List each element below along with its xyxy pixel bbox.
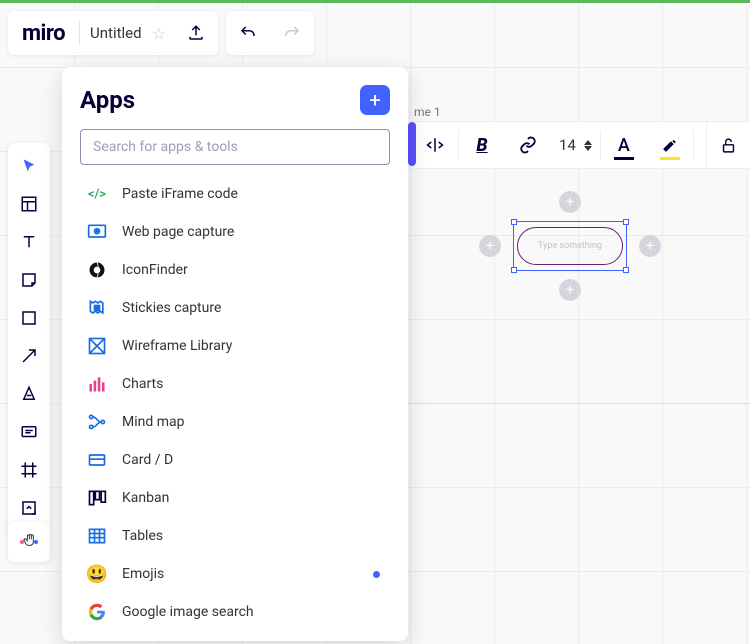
connector-top[interactable]: +: [559, 191, 581, 213]
more-tools-button[interactable]: [8, 522, 50, 562]
tables-icon: [86, 525, 108, 547]
history-box: [226, 11, 314, 55]
shape-tool[interactable]: [8, 299, 50, 337]
apps-list: </> Paste iFrame code Web page capture I…: [80, 175, 390, 631]
templates-tool[interactable]: [8, 185, 50, 223]
pen-tool[interactable]: [8, 375, 50, 413]
divider: [693, 130, 694, 160]
new-dot: [373, 571, 380, 578]
cursor-hand-icon: [22, 532, 38, 552]
frame-tool[interactable]: [8, 451, 50, 489]
highlight-swatch: [660, 157, 680, 160]
font-size-value[interactable]: 14: [551, 136, 584, 154]
align-button[interactable]: [412, 121, 458, 169]
selection-edge-handle[interactable]: [408, 122, 416, 166]
text-tool[interactable]: [8, 223, 50, 261]
star-icon[interactable]: ☆: [152, 24, 174, 43]
comment-tool[interactable]: [8, 413, 50, 451]
app-webcapture[interactable]: Web page capture: [80, 213, 390, 251]
resize-handle-tr[interactable]: [623, 219, 629, 225]
undo-button[interactable]: [226, 11, 270, 55]
charts-icon: [86, 373, 108, 395]
app-card[interactable]: Card / D: [80, 441, 390, 479]
add-app-button[interactable]: +: [360, 85, 390, 115]
connector-right[interactable]: +: [639, 235, 661, 257]
lock-button[interactable]: [706, 121, 750, 169]
shape-placeholder: Type something: [538, 241, 602, 251]
app-stickies[interactable]: Stickies capture: [80, 289, 390, 327]
title-box: miro Untitled ☆: [8, 11, 218, 55]
app-charts[interactable]: Charts: [80, 365, 390, 403]
app-google-image[interactable]: Google image search: [80, 593, 390, 631]
sticky-tool[interactable]: [8, 261, 50, 299]
stickies-icon: [86, 297, 108, 319]
highlight-button[interactable]: [647, 121, 693, 169]
resize-handle-bl[interactable]: [511, 267, 517, 273]
link-button[interactable]: [505, 121, 551, 169]
left-toolbar: [8, 143, 50, 531]
miro-logo[interactable]: miro: [8, 21, 79, 46]
iconfinder-icon: [86, 259, 108, 281]
connector-bottom[interactable]: +: [559, 279, 581, 301]
shape-pill[interactable]: Type something: [517, 227, 623, 265]
card-icon: [86, 449, 108, 471]
select-tool[interactable]: [8, 147, 50, 185]
redo-button[interactable]: [270, 11, 314, 55]
text-color-swatch: [614, 157, 634, 160]
resize-handle-tl[interactable]: [511, 219, 517, 225]
text-color-button[interactable]: A: [601, 121, 647, 169]
bold-button[interactable]: B: [459, 121, 505, 169]
app-wireframe[interactable]: Wireframe Library: [80, 327, 390, 365]
google-icon: [86, 601, 108, 623]
emojis-icon: 😃: [86, 563, 108, 585]
top-bar: miro Untitled ☆: [8, 11, 314, 55]
export-button[interactable]: [174, 11, 218, 55]
context-toolbar: B 14 A: [412, 121, 750, 169]
kanban-icon: [86, 487, 108, 509]
mindmap-icon: [86, 411, 108, 433]
iframe-icon: </>: [86, 183, 108, 205]
board-title[interactable]: Untitled: [80, 24, 152, 42]
wireframe-icon: [86, 335, 108, 357]
app-emojis[interactable]: 😃 Emojis: [80, 555, 390, 593]
font-size-up[interactable]: [584, 140, 592, 145]
app-kanban[interactable]: Kanban: [80, 479, 390, 517]
search-input[interactable]: [80, 129, 390, 165]
webcapture-icon: [86, 221, 108, 243]
arrow-tool[interactable]: [8, 337, 50, 375]
apps-title: Apps: [80, 86, 135, 114]
resize-handle-br[interactable]: [623, 267, 629, 273]
font-size-stepper[interactable]: [584, 140, 592, 151]
app-iframe[interactable]: </> Paste iFrame code: [80, 175, 390, 213]
app-tables[interactable]: Tables: [80, 517, 390, 555]
connector-left[interactable]: +: [479, 235, 501, 257]
app-iconfinder[interactable]: IconFinder: [80, 251, 390, 289]
apps-panel: Apps + </> Paste iFrame code Web page ca…: [62, 67, 408, 641]
frame-label[interactable]: me 1: [414, 105, 441, 119]
app-mindmap[interactable]: Mind map: [80, 403, 390, 441]
font-size-down[interactable]: [584, 146, 592, 151]
